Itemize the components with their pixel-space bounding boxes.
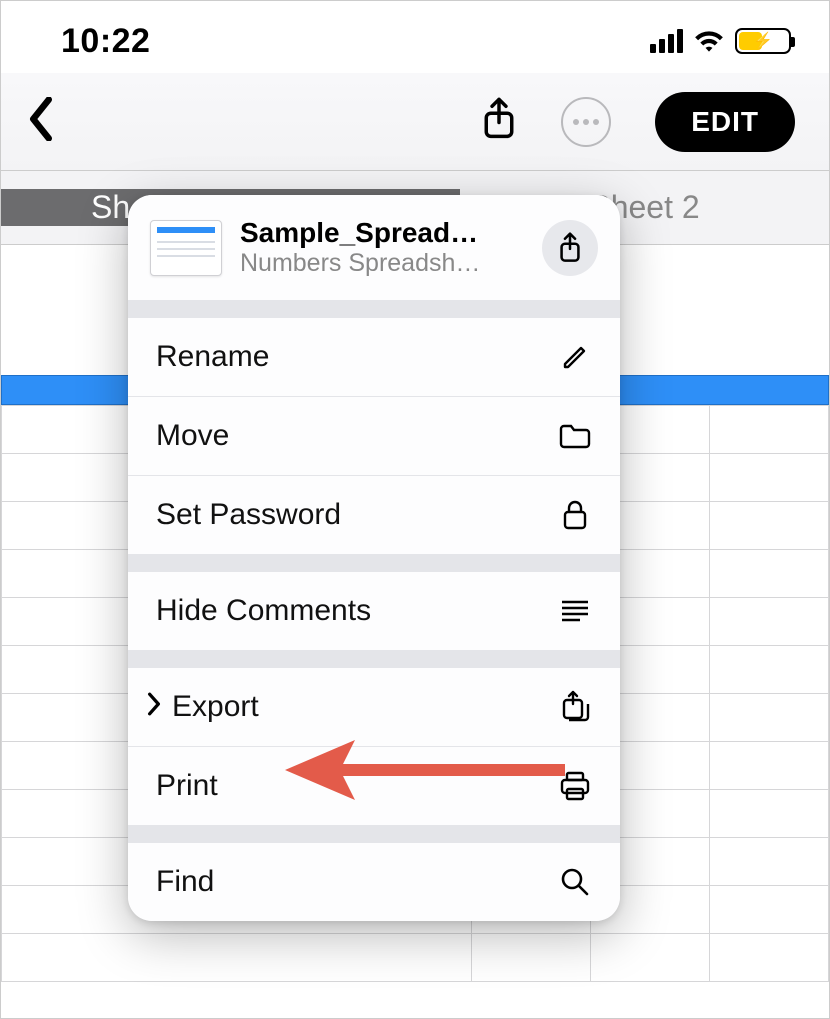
more-button[interactable] bbox=[561, 97, 611, 147]
menu-item-label: Move bbox=[156, 419, 229, 453]
printer-icon bbox=[558, 771, 592, 801]
status-right: ⚡ bbox=[650, 28, 791, 54]
menu-item-label: Find bbox=[156, 865, 214, 899]
document-thumbnail-icon bbox=[150, 220, 222, 276]
edit-button[interactable]: EDIT bbox=[655, 92, 795, 152]
menu-item-label: Print bbox=[156, 769, 218, 803]
battery-icon: ⚡ bbox=[735, 28, 791, 54]
document-subtitle: Numbers Spreadsh… bbox=[240, 249, 524, 278]
status-time: 10:22 bbox=[61, 22, 150, 61]
chevron-right-icon bbox=[146, 690, 162, 724]
menu-item-label: Rename bbox=[156, 340, 269, 374]
folder-icon bbox=[558, 423, 592, 449]
share-button[interactable] bbox=[481, 97, 517, 146]
popover-share-button[interactable] bbox=[542, 220, 598, 276]
toolbar: EDIT bbox=[1, 73, 829, 171]
menu-item-rename[interactable]: Rename bbox=[128, 318, 620, 396]
export-stack-icon bbox=[558, 690, 592, 724]
text-lines-icon bbox=[558, 599, 592, 623]
wifi-icon bbox=[693, 29, 725, 53]
menu-item-find[interactable]: Find bbox=[128, 843, 620, 921]
document-actions-popover: Sample_Spread… Numbers Spreadsh… Rename … bbox=[128, 195, 620, 921]
document-title: Sample_Spread… bbox=[240, 217, 524, 249]
pencil-icon bbox=[558, 343, 592, 371]
back-button[interactable] bbox=[27, 97, 55, 146]
menu-item-hide-comments[interactable]: Hide Comments bbox=[128, 572, 620, 650]
menu-item-set-password[interactable]: Set Password bbox=[128, 475, 620, 554]
menu-item-move[interactable]: Move bbox=[128, 396, 620, 475]
search-icon bbox=[558, 867, 592, 897]
menu-item-label: Hide Comments bbox=[156, 594, 371, 628]
menu-item-label: Set Password bbox=[156, 498, 341, 532]
lock-icon bbox=[558, 499, 592, 531]
menu-item-label: Export bbox=[172, 690, 259, 724]
menu-item-print[interactable]: Print bbox=[128, 746, 620, 825]
menu-item-export[interactable]: Export bbox=[128, 668, 620, 746]
status-bar: 10:22 ⚡ bbox=[1, 1, 829, 73]
popover-header: Sample_Spread… Numbers Spreadsh… bbox=[128, 195, 620, 300]
cellular-signal-icon bbox=[650, 29, 683, 53]
